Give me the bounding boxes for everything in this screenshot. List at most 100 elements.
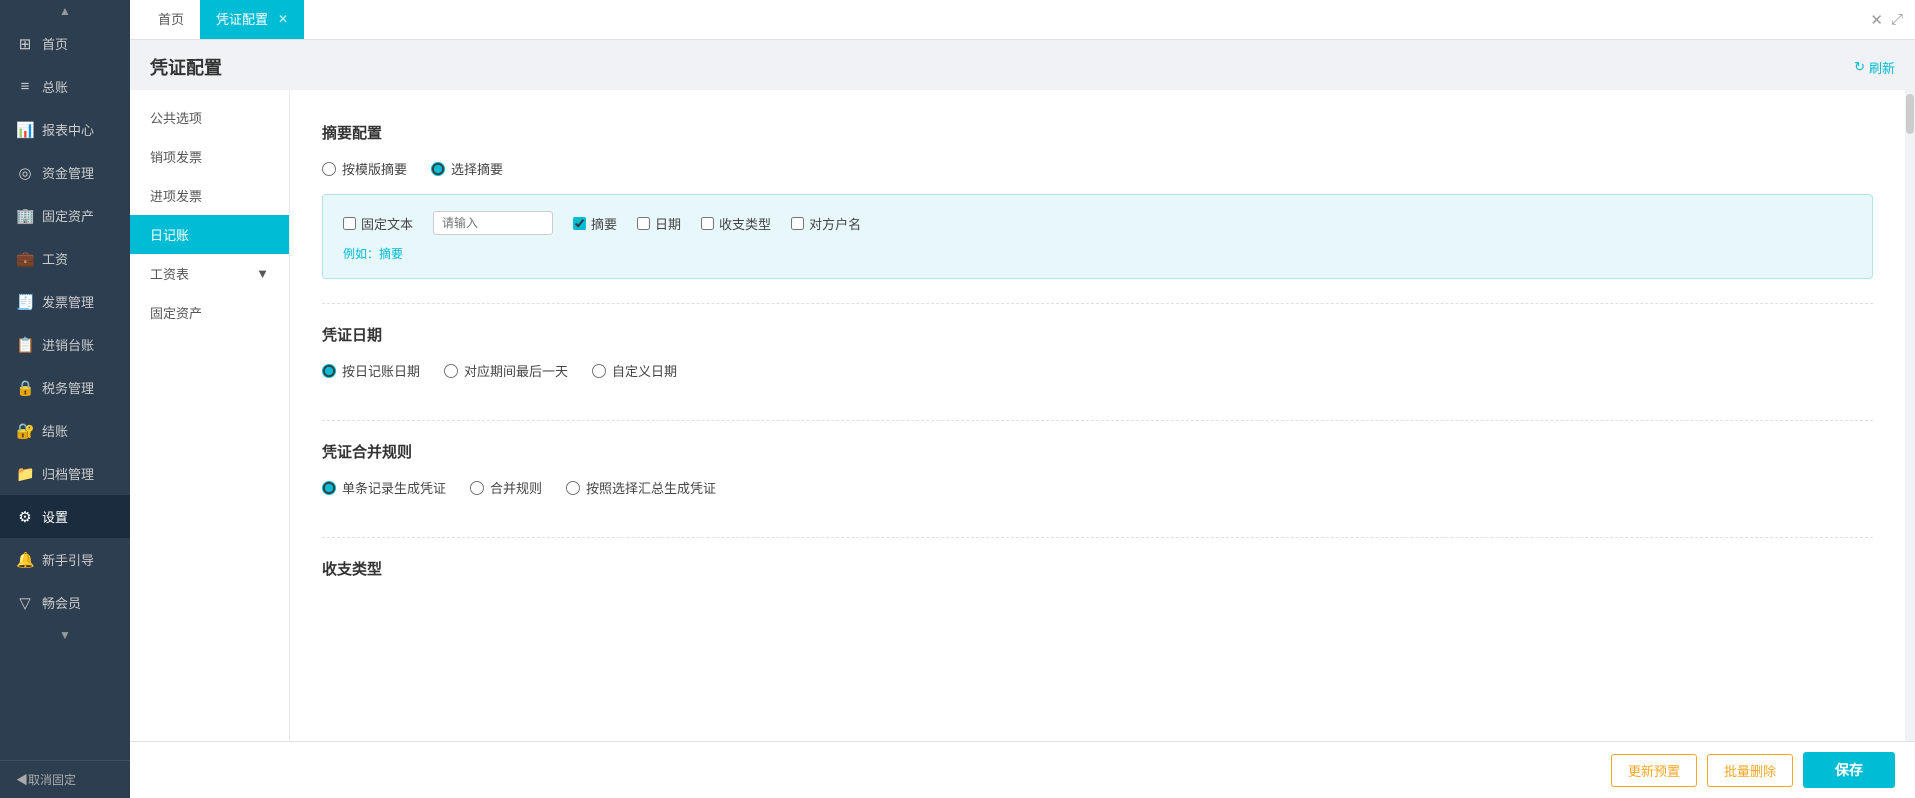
home-icon: ⊞: [16, 35, 34, 53]
radio-template-summary-input[interactable]: [322, 162, 336, 176]
left-nav-label: 固定资产: [150, 303, 202, 322]
tab-home[interactable]: 首页: [142, 0, 200, 39]
payroll-icon: 💼: [16, 250, 34, 268]
radio-custom-date-input[interactable]: [592, 364, 606, 378]
sidebar-scroll-up[interactable]: ▲: [0, 0, 130, 22]
save-button[interactable]: 保存: [1803, 752, 1895, 788]
radio-select-summary-input[interactable]: [431, 162, 445, 176]
sidebar-item-ledger[interactable]: ≡ 总账: [0, 65, 130, 108]
page-title: 凭证配置: [150, 54, 222, 80]
checkbox-income-type[interactable]: 收支类型: [701, 214, 771, 233]
checkbox-fixed-text[interactable]: 固定文本: [343, 214, 413, 233]
sidebar-item-label: 结账: [42, 421, 68, 440]
summary-config-box: 固定文本 摘要 日期 收支类型: [322, 194, 1873, 279]
sidebar-item-reports[interactable]: 📊 报表中心: [0, 108, 130, 151]
refresh-icon: ↻: [1854, 59, 1865, 75]
checkbox-row: 固定文本 摘要 日期 收支类型: [343, 211, 1852, 235]
section-voucher-date: 凭证日期 按日记账日期 对应期间最后一天 自定义日期: [322, 324, 1873, 421]
sidebar-item-label: 报表中心: [42, 120, 94, 139]
checkbox-summary[interactable]: 摘要: [573, 214, 617, 233]
radio-custom-date[interactable]: 自定义日期: [592, 361, 677, 380]
tab-voucher-config[interactable]: 凭证配置 ✕: [200, 0, 304, 39]
sidebar-item-label: 工资: [42, 249, 68, 268]
radio-select-summary[interactable]: 选择摘要: [431, 159, 503, 178]
checkbox-summary-input[interactable]: [573, 217, 586, 230]
left-nav-sales-invoice[interactable]: 销项发票: [130, 137, 289, 176]
sidebar-item-archive[interactable]: 📁 归档管理: [0, 452, 130, 495]
window-close-icon[interactable]: ✕: [1870, 11, 1883, 29]
radio-last-day-label: 对应期间最后一天: [464, 361, 568, 380]
fixed-text-input[interactable]: [433, 211, 553, 235]
radio-by-journal-date-label: 按日记账日期: [342, 361, 420, 380]
radio-last-day-input[interactable]: [444, 364, 458, 378]
radio-select-total[interactable]: 按照选择汇总生成凭证: [566, 478, 716, 497]
sidebar-unpin[interactable]: ◀取消固定: [0, 760, 130, 798]
left-nav-fixed-assets[interactable]: 固定资产: [130, 293, 289, 332]
radio-single-record-label: 单条记录生成凭证: [342, 478, 446, 497]
radio-by-journal-date[interactable]: 按日记账日期: [322, 361, 420, 380]
sidebar-item-label: 归档管理: [42, 464, 94, 483]
sidebar-item-payroll[interactable]: 💼 工资: [0, 237, 130, 280]
checkbox-counterpart-label: 对方户名: [809, 214, 861, 233]
invoice-icon: 🧾: [16, 293, 34, 311]
left-nav-purchase-invoice[interactable]: 进项发票: [130, 176, 289, 215]
left-nav-label: 进项发票: [150, 186, 202, 205]
sidebar-item-fixed-assets[interactable]: 🏢 固定资产: [0, 194, 130, 237]
sidebar-item-label: 总账: [42, 77, 68, 96]
update-preview-button[interactable]: 更新预置: [1611, 754, 1697, 787]
sidebar-item-home[interactable]: ⊞ 首页: [0, 22, 130, 65]
radio-select-total-input[interactable]: [566, 481, 580, 495]
sidebar-item-invoice-mgmt[interactable]: 🧾 发票管理: [0, 280, 130, 323]
left-nav-public-options[interactable]: 公共选项: [130, 98, 289, 137]
section-merge-rules-title: 凭证合并规则: [322, 441, 1873, 462]
radio-template-summary[interactable]: 按模版摘要: [322, 159, 407, 178]
checkbox-counterpart[interactable]: 对方户名: [791, 214, 861, 233]
sidebar-item-label: 新手引导: [42, 550, 94, 569]
radio-merge-rules[interactable]: 合并规则: [470, 478, 542, 497]
scrollbar[interactable]: [1905, 90, 1915, 741]
sidebar-item-label: 资金管理: [42, 163, 94, 182]
window-expand-icon[interactable]: ⤢: [1891, 11, 1903, 28]
sidebar-item-guide[interactable]: 🔔 新手引导: [0, 538, 130, 581]
checkbox-income-type-label: 收支类型: [719, 214, 771, 233]
scroll-thumb[interactable]: [1906, 94, 1914, 134]
tab-home-label: 首页: [158, 9, 184, 28]
content-area: 公共选项 销项发票 进项发票 日记账 工资表 ▼ 固定资产 摘要配置: [130, 90, 1915, 741]
member-icon: ▽: [16, 594, 34, 612]
checkbox-fixed-text-input[interactable]: [343, 217, 356, 230]
left-nav-journal[interactable]: 日记账: [130, 215, 289, 254]
sidebar-item-purchase-sales[interactable]: 📋 进销台账: [0, 323, 130, 366]
sidebar-item-member[interactable]: ▽ 畅会员: [0, 581, 130, 624]
example-text: 例如：摘要: [343, 245, 1852, 262]
ledger-icon: ≡: [16, 78, 34, 95]
sidebar-item-settings[interactable]: ⚙ 设置: [0, 495, 130, 538]
tab-close-icon[interactable]: ✕: [278, 12, 288, 26]
checkbox-income-type-input[interactable]: [701, 217, 714, 230]
radio-merge-rules-input[interactable]: [470, 481, 484, 495]
left-nav-payroll-table[interactable]: 工资表 ▼: [130, 254, 289, 293]
chevron-right-icon: ▼: [256, 266, 269, 281]
tax-icon: 🔒: [16, 379, 34, 397]
radio-select-total-label: 按照选择汇总生成凭证: [586, 478, 716, 497]
sidebar-item-tax[interactable]: 🔒 税务管理: [0, 366, 130, 409]
left-nav-label: 公共选项: [150, 108, 202, 127]
guide-icon: 🔔: [16, 551, 34, 569]
sidebar-item-label: 税务管理: [42, 378, 94, 397]
purchase-sales-icon: 📋: [16, 336, 34, 354]
checkbox-counterpart-input[interactable]: [791, 217, 804, 230]
sidebar-scroll-down[interactable]: ▼: [0, 624, 130, 646]
tab-bar-right: ✕ ⤢: [1870, 11, 1903, 29]
checkbox-date-input[interactable]: [637, 217, 650, 230]
batch-delete-button[interactable]: 批量删除: [1707, 754, 1793, 787]
radio-single-record-input[interactable]: [322, 481, 336, 495]
radio-last-day[interactable]: 对应期间最后一天: [444, 361, 568, 380]
checkbox-date[interactable]: 日期: [637, 214, 681, 233]
sidebar-item-funds[interactable]: ◎ 资金管理: [0, 151, 130, 194]
sidebar-item-closing[interactable]: 🔐 结账: [0, 409, 130, 452]
radio-single-record[interactable]: 单条记录生成凭证: [322, 478, 446, 497]
radio-by-journal-date-input[interactable]: [322, 364, 336, 378]
tab-bar: 首页 凭证配置 ✕ ✕ ⤢: [130, 0, 1915, 40]
refresh-button[interactable]: ↻ 刷新: [1854, 58, 1895, 77]
voucher-date-radio-group: 按日记账日期 对应期间最后一天 自定义日期: [322, 361, 1873, 380]
refresh-label: 刷新: [1869, 58, 1895, 77]
